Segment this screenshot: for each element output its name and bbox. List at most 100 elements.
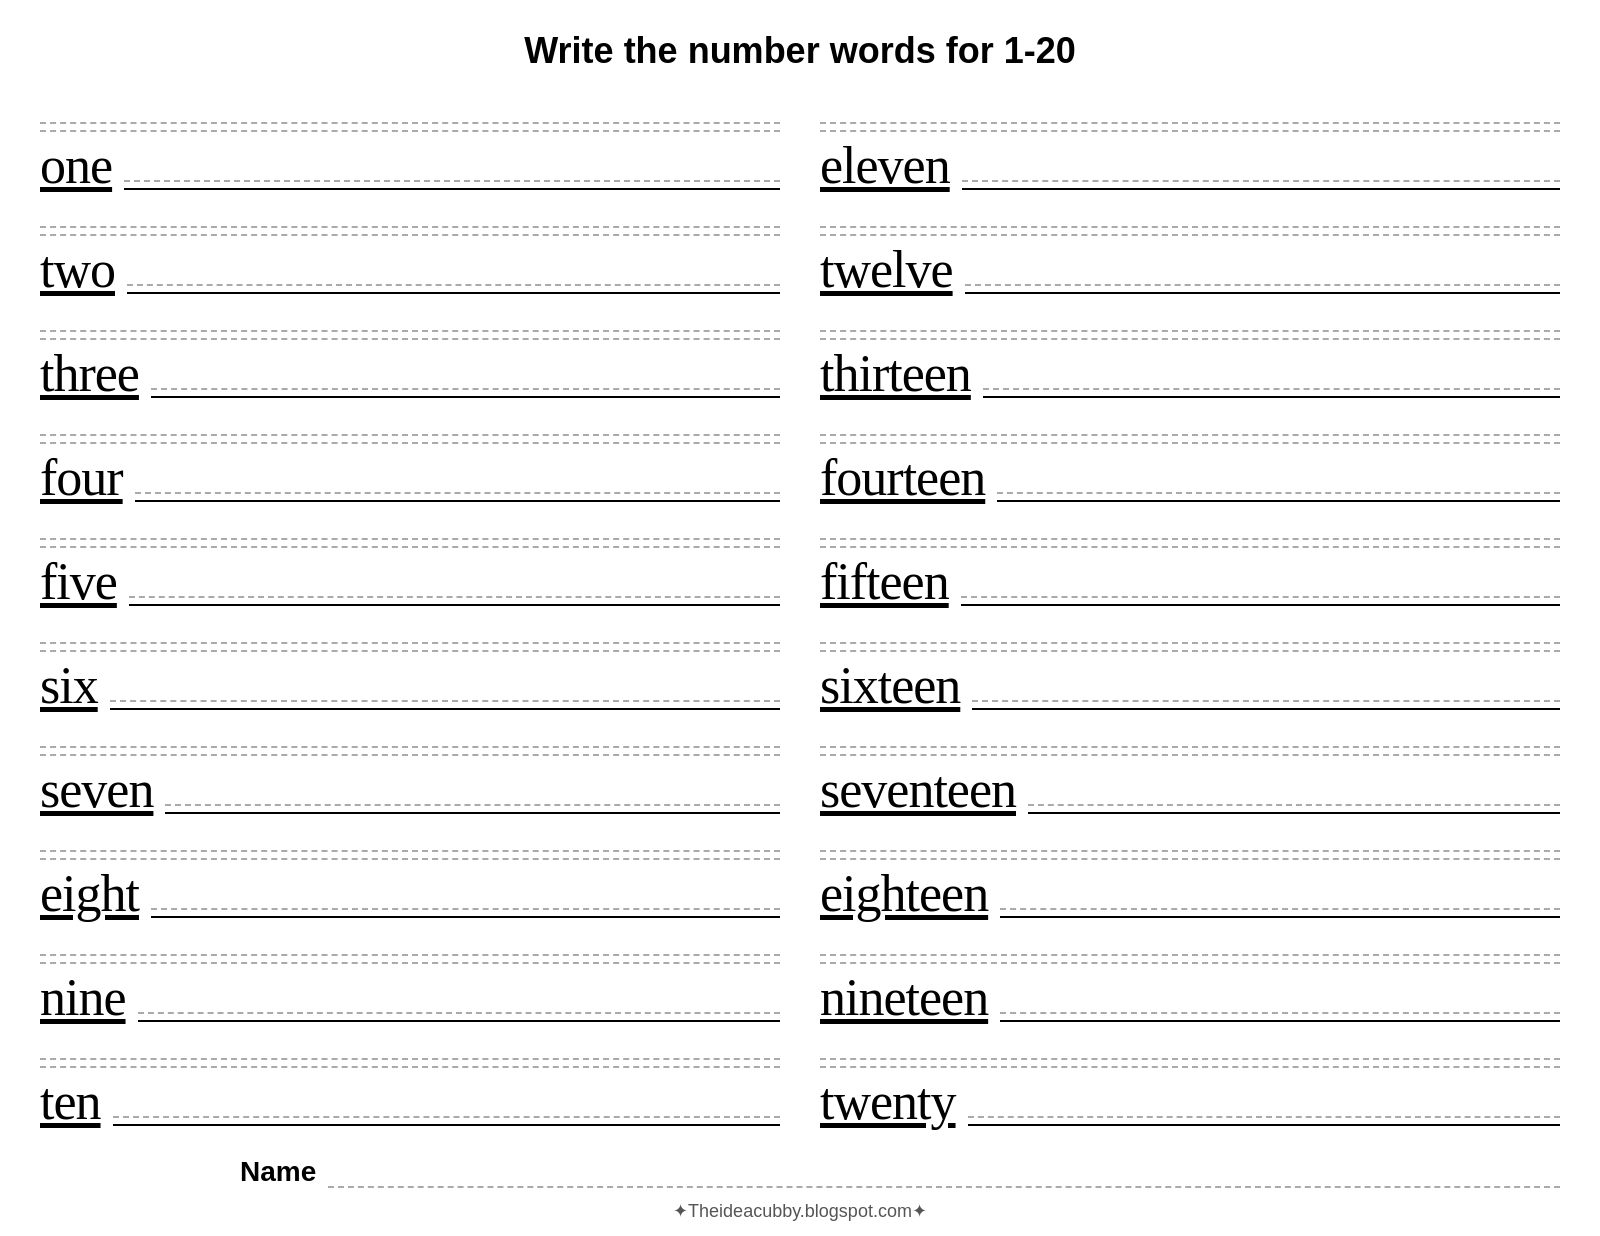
write-input-lines[interactable] (127, 284, 780, 296)
input-solid-line (1000, 916, 1560, 918)
dotted-line (820, 746, 1560, 748)
list-item: twelve (820, 200, 1560, 300)
write-input-lines[interactable] (110, 700, 780, 712)
dotted-line-2 (820, 650, 1560, 652)
write-input-lines[interactable] (124, 180, 780, 192)
write-lines (820, 1032, 1560, 1076)
write-input-lines[interactable] (997, 492, 1560, 504)
input-dotted-line (113, 1116, 780, 1118)
list-item: four (40, 408, 780, 508)
dotted-line-2 (820, 858, 1560, 860)
word-area: three (40, 348, 780, 404)
input-solid-line (165, 812, 780, 814)
write-input-lines[interactable] (129, 596, 780, 608)
word-area: twenty (820, 1076, 1560, 1132)
dotted-line (40, 850, 780, 852)
write-lines (40, 304, 780, 348)
name-label: Name (240, 1156, 316, 1188)
write-lines (40, 512, 780, 556)
dotted-line (40, 538, 780, 540)
input-solid-line (1028, 812, 1560, 814)
write-input-lines[interactable] (135, 492, 780, 504)
write-input-lines[interactable] (972, 700, 1560, 712)
dotted-line-2 (820, 130, 1560, 132)
input-dotted-line (135, 492, 780, 494)
write-lines (820, 200, 1560, 244)
input-solid-line (997, 500, 1560, 502)
input-dotted-line (129, 596, 780, 598)
word-label: two (40, 244, 115, 296)
list-item: five (40, 512, 780, 612)
write-input-lines[interactable] (983, 388, 1560, 400)
write-lines (40, 616, 780, 660)
list-item: fourteen (820, 408, 1560, 508)
dotted-line (40, 1058, 780, 1060)
input-solid-line (129, 604, 780, 606)
word-area: fifteen (820, 556, 1560, 612)
write-input-lines[interactable] (962, 180, 1560, 192)
input-solid-line (135, 500, 780, 502)
write-input-lines[interactable] (1000, 1012, 1560, 1024)
name-row: Name (40, 1156, 1560, 1188)
word-area: eleven (820, 140, 1560, 196)
columns: one two (40, 96, 1560, 1136)
list-item: thirteen (820, 304, 1560, 404)
input-solid-line (113, 1124, 780, 1126)
input-solid-line (962, 188, 1560, 190)
input-dotted-line (1028, 804, 1560, 806)
dotted-line-2 (40, 754, 780, 756)
write-input-lines[interactable] (151, 908, 780, 920)
write-input-lines[interactable] (138, 1012, 780, 1024)
left-column: one two (40, 96, 780, 1136)
word-label: nine (40, 972, 126, 1024)
write-input-lines[interactable] (1028, 804, 1560, 816)
word-area: seventeen (820, 764, 1560, 820)
word-area: nineteen (820, 972, 1560, 1028)
write-lines (40, 1032, 780, 1076)
input-dotted-line (961, 596, 1560, 598)
list-item: fifteen (820, 512, 1560, 612)
list-item: ten (40, 1032, 780, 1132)
dotted-line-2 (40, 1066, 780, 1068)
write-input-lines[interactable] (1000, 908, 1560, 920)
word-area: fourteen (820, 452, 1560, 508)
write-lines (820, 96, 1560, 140)
write-input-lines[interactable] (965, 284, 1560, 296)
input-dotted-line (962, 180, 1560, 182)
write-input-lines[interactable] (961, 596, 1560, 608)
word-label: eleven (820, 140, 950, 192)
word-area: five (40, 556, 780, 612)
dotted-line (40, 746, 780, 748)
word-label: three (40, 348, 139, 400)
dotted-line (820, 330, 1560, 332)
name-line[interactable] (328, 1186, 1560, 1188)
word-area: one (40, 140, 780, 196)
write-input-lines[interactable] (151, 388, 780, 400)
input-dotted-line (110, 700, 780, 702)
dotted-line-2 (40, 338, 780, 340)
page-title: Write the number words for 1-20 (524, 30, 1075, 72)
dotted-line-2 (40, 130, 780, 132)
input-dotted-line (1000, 1012, 1560, 1014)
dotted-line-2 (820, 338, 1560, 340)
write-input-lines[interactable] (113, 1116, 780, 1128)
list-item: one (40, 96, 780, 196)
dotted-line-2 (40, 442, 780, 444)
write-input-lines[interactable] (165, 804, 780, 816)
list-item: three (40, 304, 780, 404)
word-label: thirteen (820, 348, 971, 400)
word-area: twelve (820, 244, 1560, 300)
input-dotted-line (965, 284, 1560, 286)
dotted-line (820, 538, 1560, 540)
write-input-lines[interactable] (968, 1116, 1560, 1128)
list-item: nineteen (820, 928, 1560, 1028)
dotted-line (40, 226, 780, 228)
write-lines (40, 200, 780, 244)
word-area: ten (40, 1076, 780, 1132)
word-area: six (40, 660, 780, 716)
dotted-line (820, 850, 1560, 852)
word-label: five (40, 556, 117, 608)
word-area: seven (40, 764, 780, 820)
list-item: eighteen (820, 824, 1560, 924)
worksheet: one two (40, 96, 1560, 1222)
